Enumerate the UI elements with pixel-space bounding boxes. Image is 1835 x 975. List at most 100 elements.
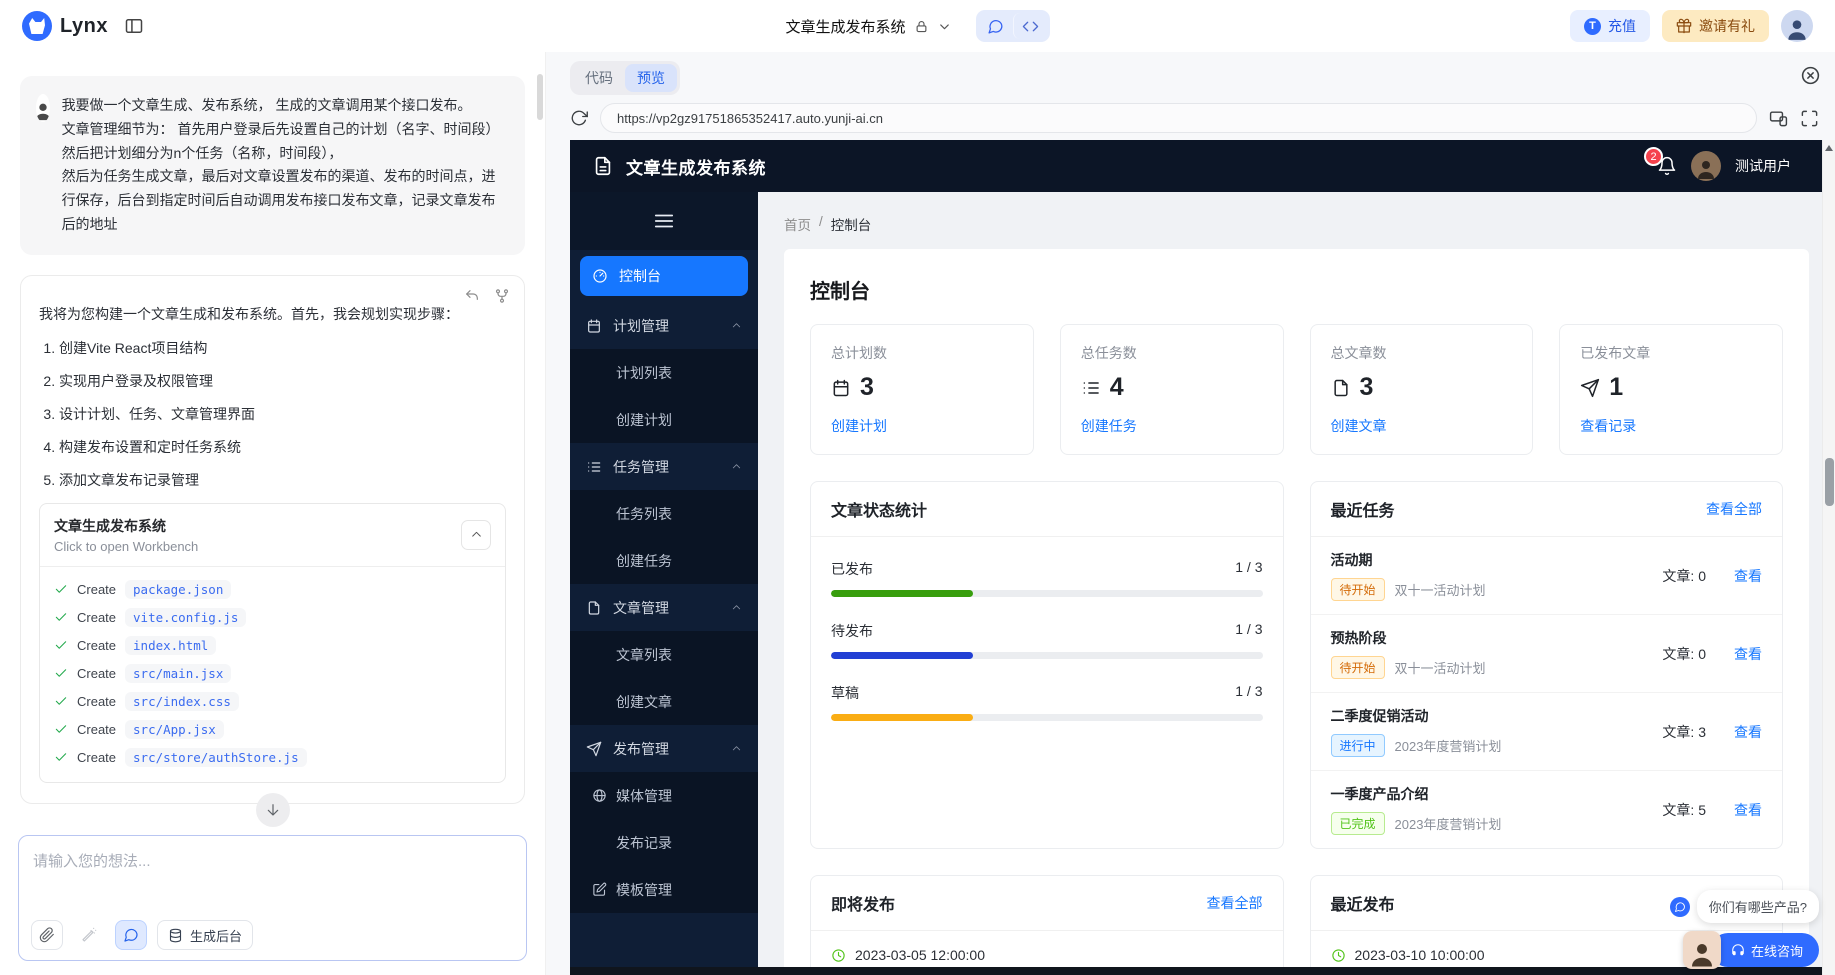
chat-mode-button[interactable]	[979, 13, 1013, 39]
brand: Lynx	[22, 11, 108, 41]
task-status-tag: 待开始	[1330, 656, 1385, 679]
hamburger-icon	[653, 210, 675, 232]
workbench-subtitle: Click to open Workbench	[54, 538, 199, 554]
task-view-link[interactable]: 查看	[1734, 644, 1762, 664]
tab-preview[interactable]: 预览	[625, 64, 677, 92]
sidebar-item-文章列表[interactable]: 文章列表	[570, 631, 758, 678]
refresh-icon[interactable]	[570, 109, 588, 127]
online-support-button[interactable]: 在线咨询	[1710, 933, 1819, 967]
upcoming-view-all-link[interactable]: 查看全部	[1207, 893, 1263, 913]
collapse-button[interactable]	[461, 519, 491, 550]
breadcrumb-home[interactable]: 首页	[784, 214, 811, 234]
stat-link[interactable]: 创建计划	[831, 416, 887, 436]
tab-code[interactable]: 代码	[573, 64, 625, 92]
headset-icon	[1731, 943, 1745, 957]
sidebar-item-创建计划[interactable]: 创建计划	[570, 396, 758, 443]
code-mode-button[interactable]	[1012, 13, 1047, 39]
devices-icon[interactable]	[1769, 109, 1788, 128]
check-icon	[54, 666, 68, 680]
lock-icon	[914, 19, 929, 34]
file-name[interactable]: index.html	[125, 635, 217, 655]
recharge-label: 充值	[1608, 18, 1636, 34]
progress-fill	[831, 590, 974, 597]
stat-link[interactable]: 创建文章	[1331, 416, 1387, 436]
sidebar-collapse-button[interactable]	[570, 192, 758, 250]
attach-button[interactable]	[31, 920, 63, 950]
menu-label: 文章管理	[613, 599, 669, 616]
task-row-活动期: 活动期 待开始 双十一活动计划 文章: 0 查看	[1310, 537, 1782, 615]
status-value: 1 / 3	[1235, 621, 1263, 637]
sidebar-group-计划管理[interactable]: 计划管理	[570, 302, 758, 349]
ai-step: 设计计划、任务、文章管理界面	[59, 404, 506, 424]
file-icon	[1331, 378, 1351, 398]
stat-link[interactable]: 创建任务	[1081, 416, 1137, 436]
sidebar-item-发布记录[interactable]: 发布记录	[570, 819, 758, 866]
fork-icon[interactable]	[494, 288, 510, 304]
scrollbar-thumb[interactable]	[1825, 458, 1834, 506]
file-name[interactable]: src/store/authStore.js	[125, 747, 307, 767]
ai-step: 实现用户登录及权限管理	[59, 371, 506, 391]
invite-button[interactable]: 邀请有礼	[1662, 10, 1769, 42]
sidebar-item-计划列表[interactable]: 计划列表	[570, 349, 758, 396]
arrow-down-icon	[265, 802, 281, 818]
preview-tabs: 代码 预览	[570, 61, 680, 95]
menu-label: 媒体管理	[616, 787, 672, 804]
task-name: 一季度产品介绍	[1330, 786, 1429, 802]
chat-mode-button[interactable]	[115, 920, 147, 950]
recharge-button[interactable]: T 充值	[1570, 10, 1650, 42]
scroll-up-arrow[interactable]	[1825, 145, 1833, 151]
sidebar-group-文章管理[interactable]: 文章管理	[570, 584, 758, 631]
sidebar-item-模板管理[interactable]: 模板管理	[570, 866, 758, 913]
list-icon	[1081, 378, 1101, 398]
tasks-view-all-link[interactable]: 查看全部	[1706, 499, 1762, 519]
task-view-link[interactable]: 查看	[1734, 566, 1762, 586]
sidebar-item-任务列表[interactable]: 任务列表	[570, 490, 758, 537]
task-name: 预热阶段	[1330, 630, 1387, 646]
file-name[interactable]: vite.config.js	[125, 607, 247, 627]
frame-scrollbar[interactable]	[1822, 140, 1835, 975]
undo-icon[interactable]	[464, 288, 480, 304]
idea-input[interactable]	[33, 850, 512, 904]
status-rows: 已发布 1 / 3 待发布 1 / 3 草稿 1 / 3	[811, 537, 1283, 767]
stat-value: 4	[1109, 373, 1124, 401]
task-view-link[interactable]: 查看	[1734, 722, 1762, 742]
workbench-header[interactable]: 文章生成发布系统 Click to open Workbench	[40, 504, 505, 566]
task-view-link[interactable]: 查看	[1734, 800, 1762, 820]
stat-card-总计划数: 总计划数 3 创建计划	[810, 324, 1034, 455]
file-row: Create src/index.css	[54, 691, 491, 711]
app-user-avatar[interactable]	[1691, 151, 1721, 181]
notifications-button[interactable]: 2	[1644, 147, 1677, 176]
sidebar-group-发布管理[interactable]: 发布管理	[570, 725, 758, 772]
account-avatar[interactable]	[1781, 10, 1813, 42]
file-row: Create package.json	[54, 579, 491, 599]
stat-link[interactable]: 查看记录	[1580, 416, 1636, 436]
dashboard-icon	[592, 268, 608, 284]
enhance-button[interactable]	[73, 920, 105, 950]
task-name: 二季度促销活动	[1330, 708, 1429, 724]
close-preview-icon[interactable]	[1800, 65, 1821, 86]
file-name[interactable]: package.json	[125, 579, 232, 599]
sidebar-item-控制台[interactable]: 控制台	[580, 256, 748, 296]
panel-toggle-icon[interactable]	[124, 16, 144, 36]
file-name[interactable]: src/main.jsx	[125, 663, 232, 683]
scroll-to-bottom-button[interactable]	[256, 793, 290, 827]
ai-step: 构建发布设置和定时任务系统	[59, 437, 506, 457]
chat-scrollbar[interactable]	[537, 74, 543, 120]
project-title-menu[interactable]: 文章生成发布系统	[785, 10, 1050, 42]
sidebar-item-创建文章[interactable]: 创建文章	[570, 678, 758, 725]
magic-wand-icon	[81, 927, 97, 943]
chevron-down-icon[interactable]	[937, 19, 952, 34]
breadcrumb: 首页 / 控制台	[784, 214, 872, 234]
generate-backend-button[interactable]: 生成后台	[157, 920, 254, 950]
stat-label: 总文章数	[1330, 345, 1387, 361]
sidebar-item-媒体管理[interactable]: 媒体管理	[570, 772, 758, 819]
file-name[interactable]: src/App.jsx	[125, 719, 224, 739]
url-input[interactable]	[600, 103, 1757, 133]
file-name[interactable]: src/index.css	[125, 691, 239, 711]
check-icon	[54, 582, 68, 596]
support-bubble[interactable]: 你们有哪些产品?	[1669, 890, 1819, 923]
sidebar-group-任务管理[interactable]: 任务管理	[570, 443, 758, 490]
clock-icon	[1331, 948, 1346, 963]
sidebar-item-创建任务[interactable]: 创建任务	[570, 537, 758, 584]
fullscreen-icon[interactable]	[1800, 109, 1819, 128]
